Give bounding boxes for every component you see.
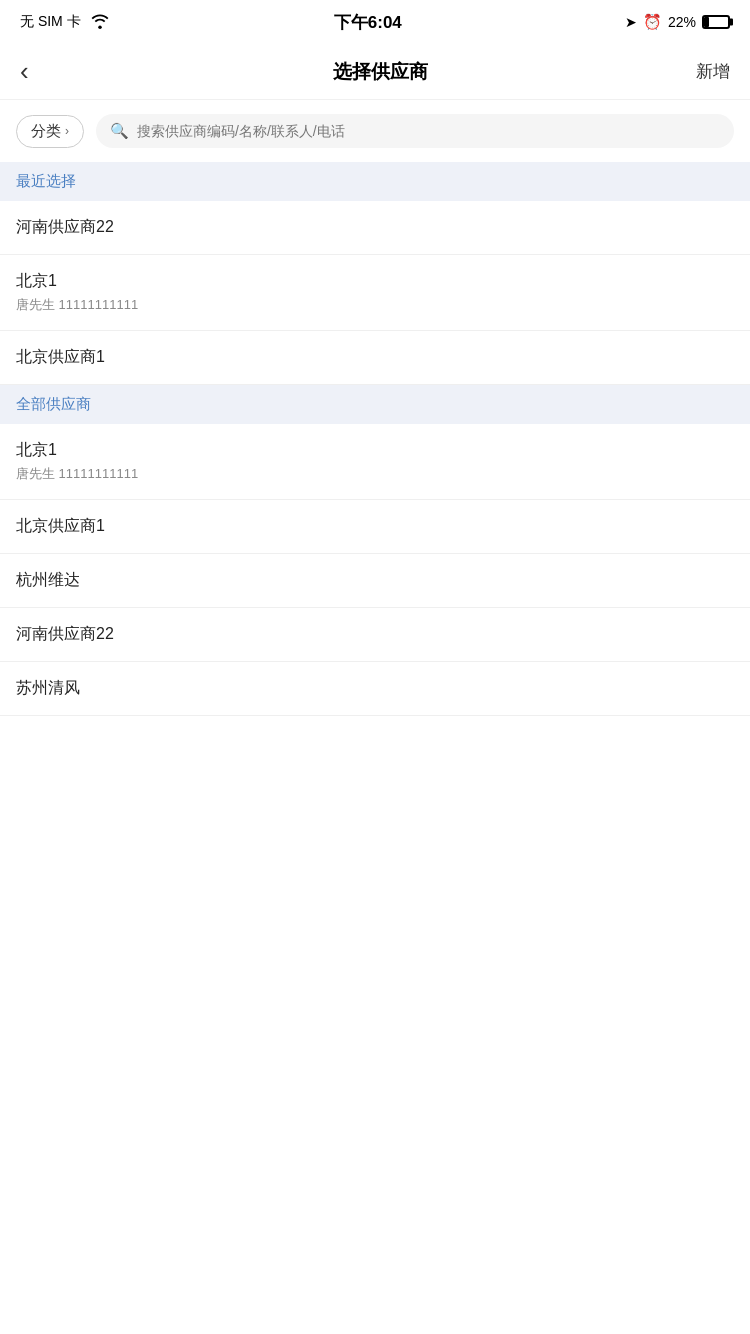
item-name: 北京供应商1 — [16, 347, 734, 368]
list-item[interactable]: 苏州清风 — [0, 662, 750, 716]
category-filter[interactable]: 分类 › — [16, 115, 84, 148]
list-item[interactable]: 杭州维达 — [0, 554, 750, 608]
search-icon: 🔍 — [110, 122, 129, 140]
search-box[interactable]: 🔍 — [96, 114, 734, 148]
add-button[interactable]: 新增 — [696, 60, 730, 83]
list-item[interactable]: 河南供应商22 — [0, 608, 750, 662]
status-time: 下午6:04 — [334, 11, 402, 34]
no-sim-label: 无 SIM 卡 — [20, 13, 81, 31]
recent-list: 河南供应商22 北京1 唐先生 11111111111 北京供应商1 — [0, 201, 750, 385]
item-name: 河南供应商22 — [16, 624, 734, 645]
item-name: 北京1 — [16, 440, 734, 461]
list-item[interactable]: 北京供应商1 — [0, 500, 750, 554]
item-name: 杭州维达 — [16, 570, 734, 591]
location-icon: ➤ — [625, 14, 637, 30]
all-section-header: 全部供应商 — [0, 385, 750, 424]
battery-percent: 22% — [668, 14, 696, 30]
recent-section-header: 最近选择 — [0, 162, 750, 201]
status-right: ➤ ⏰ 22% — [625, 13, 730, 31]
item-name: 北京1 — [16, 271, 734, 292]
all-list: 北京1 唐先生 11111111111 北京供应商1 杭州维达河南供应商22 苏州清风 — [0, 424, 750, 716]
chevron-right-icon: › — [65, 124, 69, 138]
item-name: 苏州清风 — [16, 678, 734, 699]
status-left: 无 SIM 卡 — [20, 13, 111, 32]
wifi-icon — [89, 13, 111, 32]
status-bar: 无 SIM 卡 下午6:04 ➤ ⏰ 22% — [0, 0, 750, 44]
item-sub: 唐先生 11111111111 — [16, 465, 734, 483]
list-item[interactable]: 北京1 唐先生 11111111111 — [0, 424, 750, 500]
list-item[interactable]: 北京1 唐先生 11111111111 — [0, 255, 750, 331]
item-sub: 唐先生 11111111111 — [16, 296, 734, 314]
list-item[interactable]: 河南供应商22 — [0, 201, 750, 255]
search-input[interactable] — [137, 123, 720, 139]
category-label: 分类 — [31, 122, 61, 141]
page-title: 选择供应商 — [333, 59, 428, 85]
item-name: 河南供应商22 — [16, 217, 734, 238]
filter-bar: 分类 › 🔍 — [0, 100, 750, 162]
item-name: 北京供应商1 — [16, 516, 734, 537]
list-item[interactable]: 北京供应商1 — [0, 331, 750, 385]
alarm-icon: ⏰ — [643, 13, 662, 31]
battery-icon — [702, 15, 730, 29]
nav-bar: ‹ 选择供应商 新增 — [0, 44, 750, 100]
back-button[interactable]: ‹ — [20, 56, 64, 87]
